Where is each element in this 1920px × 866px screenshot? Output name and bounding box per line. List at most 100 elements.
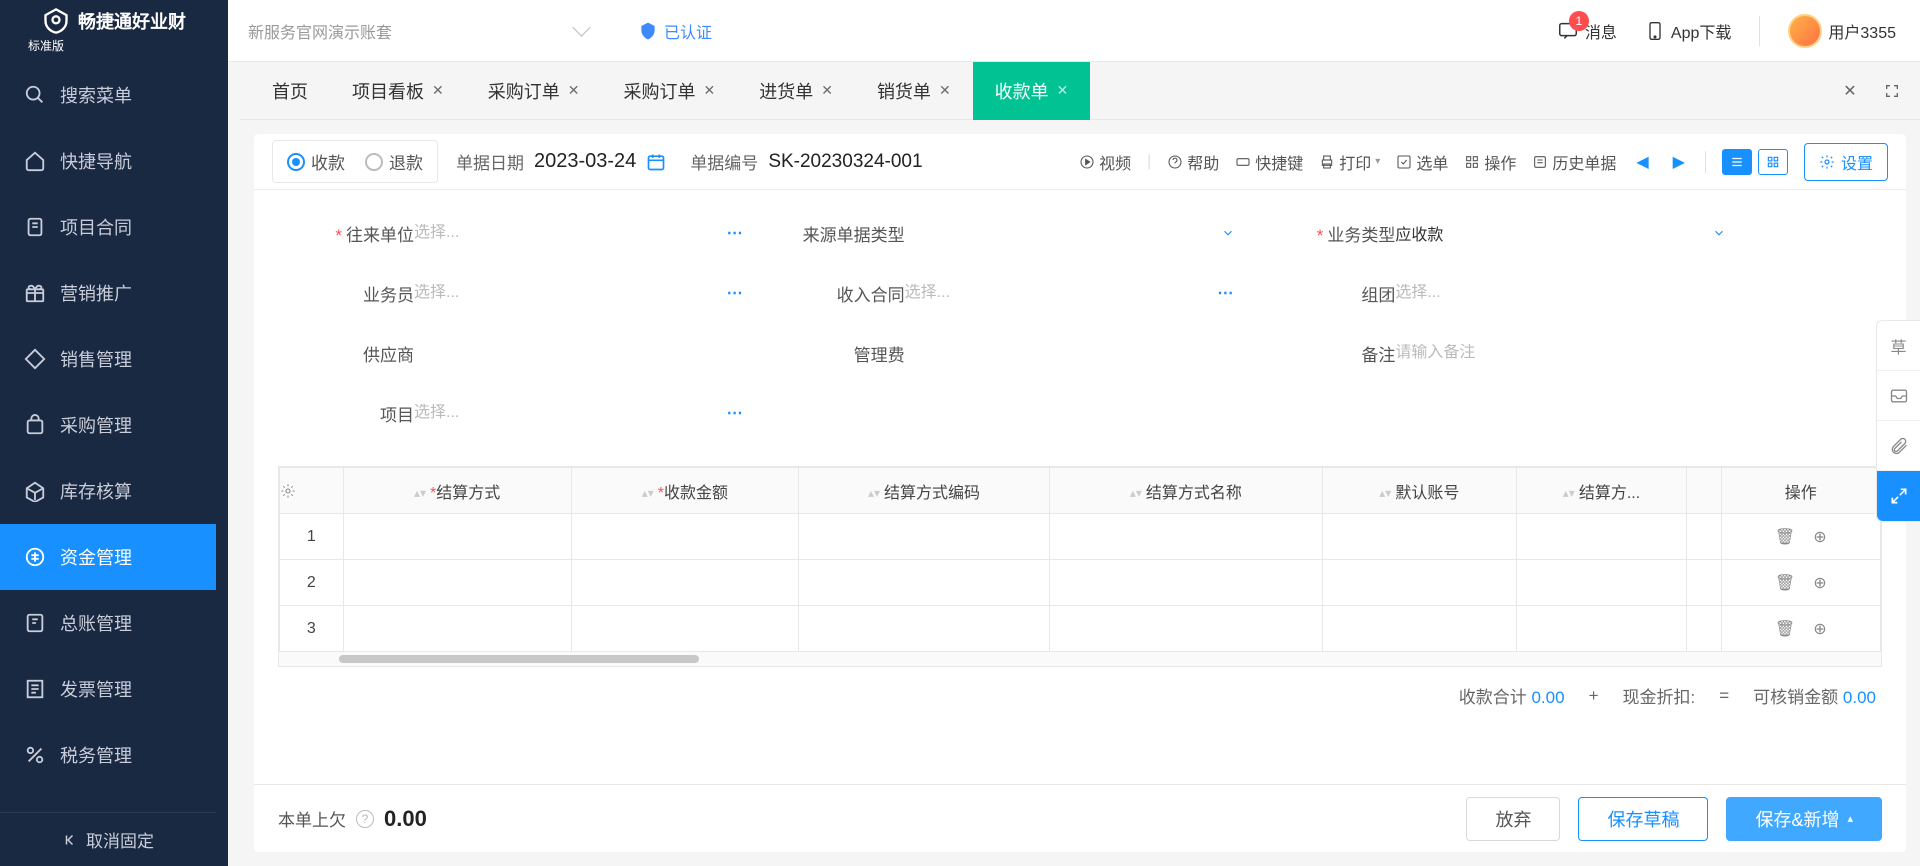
- user-menu[interactable]: 用户3355: [1788, 14, 1896, 48]
- box-icon: [24, 480, 46, 502]
- row-add-button[interactable]: ⊕: [1813, 527, 1826, 547]
- tab-purchase-order-2[interactable]: 采购订单✕: [601, 62, 737, 120]
- dock-attachment-button[interactable]: [1877, 421, 1920, 471]
- close-icon[interactable]: ✕: [1057, 82, 1069, 99]
- save-draft-button[interactable]: 保存草稿: [1578, 797, 1708, 841]
- col-settlement-code[interactable]: ▴▾结算方式编码: [799, 468, 1050, 514]
- next-doc-button[interactable]: ▶: [1669, 152, 1689, 172]
- sidebar-item-quick-nav[interactable]: 快捷导航: [0, 128, 216, 194]
- printer-icon: [1319, 154, 1335, 170]
- radio-receive[interactable]: 收款: [287, 149, 345, 174]
- col-settlement-method[interactable]: ▴▾*结算方式: [343, 468, 571, 514]
- mgmt-fee-input[interactable]: [905, 336, 1236, 370]
- history-button[interactable]: 历史单据: [1532, 150, 1616, 174]
- dock-draft-button[interactable]: 草: [1877, 321, 1920, 371]
- settings-button[interactable]: 设置: [1804, 143, 1888, 181]
- tab-project-kanban[interactable]: 项目看板✕: [330, 62, 466, 120]
- project-input[interactable]: ⋯: [414, 396, 745, 430]
- table-h-scrollbar[interactable]: [279, 652, 1881, 666]
- lookup-icon[interactable]: ⋯: [727, 403, 745, 423]
- sidebar-item-sales[interactable]: 销售管理: [0, 326, 216, 392]
- shield-icon: [638, 21, 658, 41]
- operate-button[interactable]: 操作: [1464, 150, 1516, 174]
- close-icon[interactable]: ✕: [432, 82, 444, 99]
- close-all-tabs-button[interactable]: ✕: [1834, 75, 1866, 107]
- save-and-new-button[interactable]: 保存&新增▴: [1726, 797, 1882, 841]
- fullscreen-button[interactable]: [1876, 75, 1908, 107]
- shortcut-button[interactable]: 快捷键: [1235, 150, 1303, 174]
- row-delete-button[interactable]: 🗑: [1775, 527, 1795, 547]
- lookup-icon[interactable]: ⋯: [727, 223, 745, 243]
- customer-input[interactable]: ⋯: [414, 216, 745, 250]
- dock-inbox-button[interactable]: [1877, 371, 1920, 421]
- sidebar-item-tax[interactable]: 税务管理: [0, 722, 216, 788]
- sidebar-item-inventory[interactable]: 库存核算: [0, 458, 216, 524]
- sidebar-item-project-contract[interactable]: 项目合同: [0, 194, 216, 260]
- video-button[interactable]: 视频: [1079, 150, 1131, 174]
- col-settlement-name[interactable]: ▴▾结算方式名称: [1049, 468, 1322, 514]
- table-row[interactable]: 1🗑⊕: [280, 514, 1881, 560]
- lookup-icon[interactable]: ⋯: [1217, 283, 1235, 303]
- col-receipt-amount[interactable]: ▴▾*收款金额: [571, 468, 799, 514]
- tab-receipt[interactable]: 收款单✕: [973, 62, 1091, 120]
- sidebar-item-invoice[interactable]: 发票管理: [0, 656, 216, 722]
- dock-expand-button[interactable]: [1877, 471, 1920, 521]
- logo-icon: [42, 7, 70, 35]
- tab-purchase-order-1[interactable]: 采购订单✕: [466, 62, 602, 120]
- account-selector[interactable]: 新服务官网演示账套: [228, 19, 608, 43]
- prev-doc-button[interactable]: ◀: [1632, 152, 1652, 172]
- row-delete-button[interactable]: 🗑: [1775, 619, 1795, 639]
- gift-icon: [24, 282, 46, 304]
- tab-sales-order[interactable]: 销货单✕: [855, 62, 973, 120]
- search-icon: [24, 84, 46, 106]
- table-settings-button[interactable]: [280, 468, 344, 514]
- cancel-button[interactable]: 放弃: [1466, 797, 1560, 841]
- tag-icon: [24, 348, 46, 370]
- sidebar-item-ledger[interactable]: 总账管理: [0, 590, 216, 656]
- right-dock: 草: [1876, 320, 1920, 522]
- tab-inbound[interactable]: 进货单✕: [737, 62, 855, 120]
- doc-top-row: 收款 退款 单据日期 2023-03-24 单据编号 SK-20230324-0…: [254, 134, 1906, 190]
- view-list-button[interactable]: [1722, 149, 1752, 175]
- book-icon: [24, 612, 46, 634]
- close-icon[interactable]: ✕: [821, 82, 833, 99]
- close-icon[interactable]: ✕: [939, 82, 951, 99]
- help-icon[interactable]: ?: [356, 810, 374, 828]
- close-icon[interactable]: ✕: [568, 82, 580, 99]
- sidebar-unpin-button[interactable]: 取消固定: [0, 812, 216, 866]
- business-type-select[interactable]: 应收款: [1395, 216, 1726, 250]
- remark-input[interactable]: [1395, 336, 1726, 370]
- percent-icon: [24, 744, 46, 766]
- sidebar-item-funds[interactable]: 资金管理: [0, 524, 216, 590]
- sidebar-item-search-menu[interactable]: 搜索菜单: [0, 62, 216, 128]
- lookup-icon[interactable]: ⋯: [727, 283, 745, 303]
- source-type-select[interactable]: [905, 216, 1236, 250]
- home-icon: [24, 150, 46, 172]
- table-row[interactable]: 3🗑⊕: [280, 606, 1881, 652]
- salesperson-input[interactable]: ⋯: [414, 276, 745, 310]
- income-contract-input[interactable]: ⋯: [905, 276, 1236, 310]
- help-button[interactable]: 帮助: [1167, 150, 1219, 174]
- receipt-type-radio-group: 收款 退款: [272, 140, 438, 183]
- group-input[interactable]: [1395, 276, 1726, 310]
- close-icon[interactable]: ✕: [703, 82, 715, 99]
- supplier-input[interactable]: [414, 336, 745, 370]
- doc-date-field[interactable]: 单据日期 2023-03-24: [456, 149, 666, 174]
- sidebar-item-marketing[interactable]: 营销推广: [0, 260, 216, 326]
- table-row[interactable]: 2🗑⊕: [280, 560, 1881, 606]
- chevron-down-icon: [1221, 226, 1235, 240]
- col-default-account[interactable]: ▴▾默认账号: [1323, 468, 1517, 514]
- messages-button[interactable]: 1 消息: [1557, 19, 1617, 43]
- row-add-button[interactable]: ⊕: [1813, 619, 1826, 639]
- radio-refund[interactable]: 退款: [365, 149, 423, 174]
- view-card-button[interactable]: [1758, 149, 1788, 175]
- row-add-button[interactable]: ⊕: [1813, 573, 1826, 593]
- app-download-button[interactable]: App下载: [1645, 19, 1731, 43]
- tab-home[interactable]: 首页: [250, 62, 330, 120]
- row-delete-button[interactable]: 🗑: [1775, 573, 1795, 593]
- app-header: 畅捷通好业财 标准版 新服务官网演示账套 已认证 1 消息 App下载 用户33…: [0, 0, 1920, 62]
- print-button[interactable]: 打印▾: [1319, 150, 1380, 174]
- select-doc-button[interactable]: 选单: [1396, 150, 1448, 174]
- col-settlement-more[interactable]: ▴▾结算方...: [1516, 468, 1687, 514]
- sidebar-item-purchase[interactable]: 采购管理: [0, 392, 216, 458]
